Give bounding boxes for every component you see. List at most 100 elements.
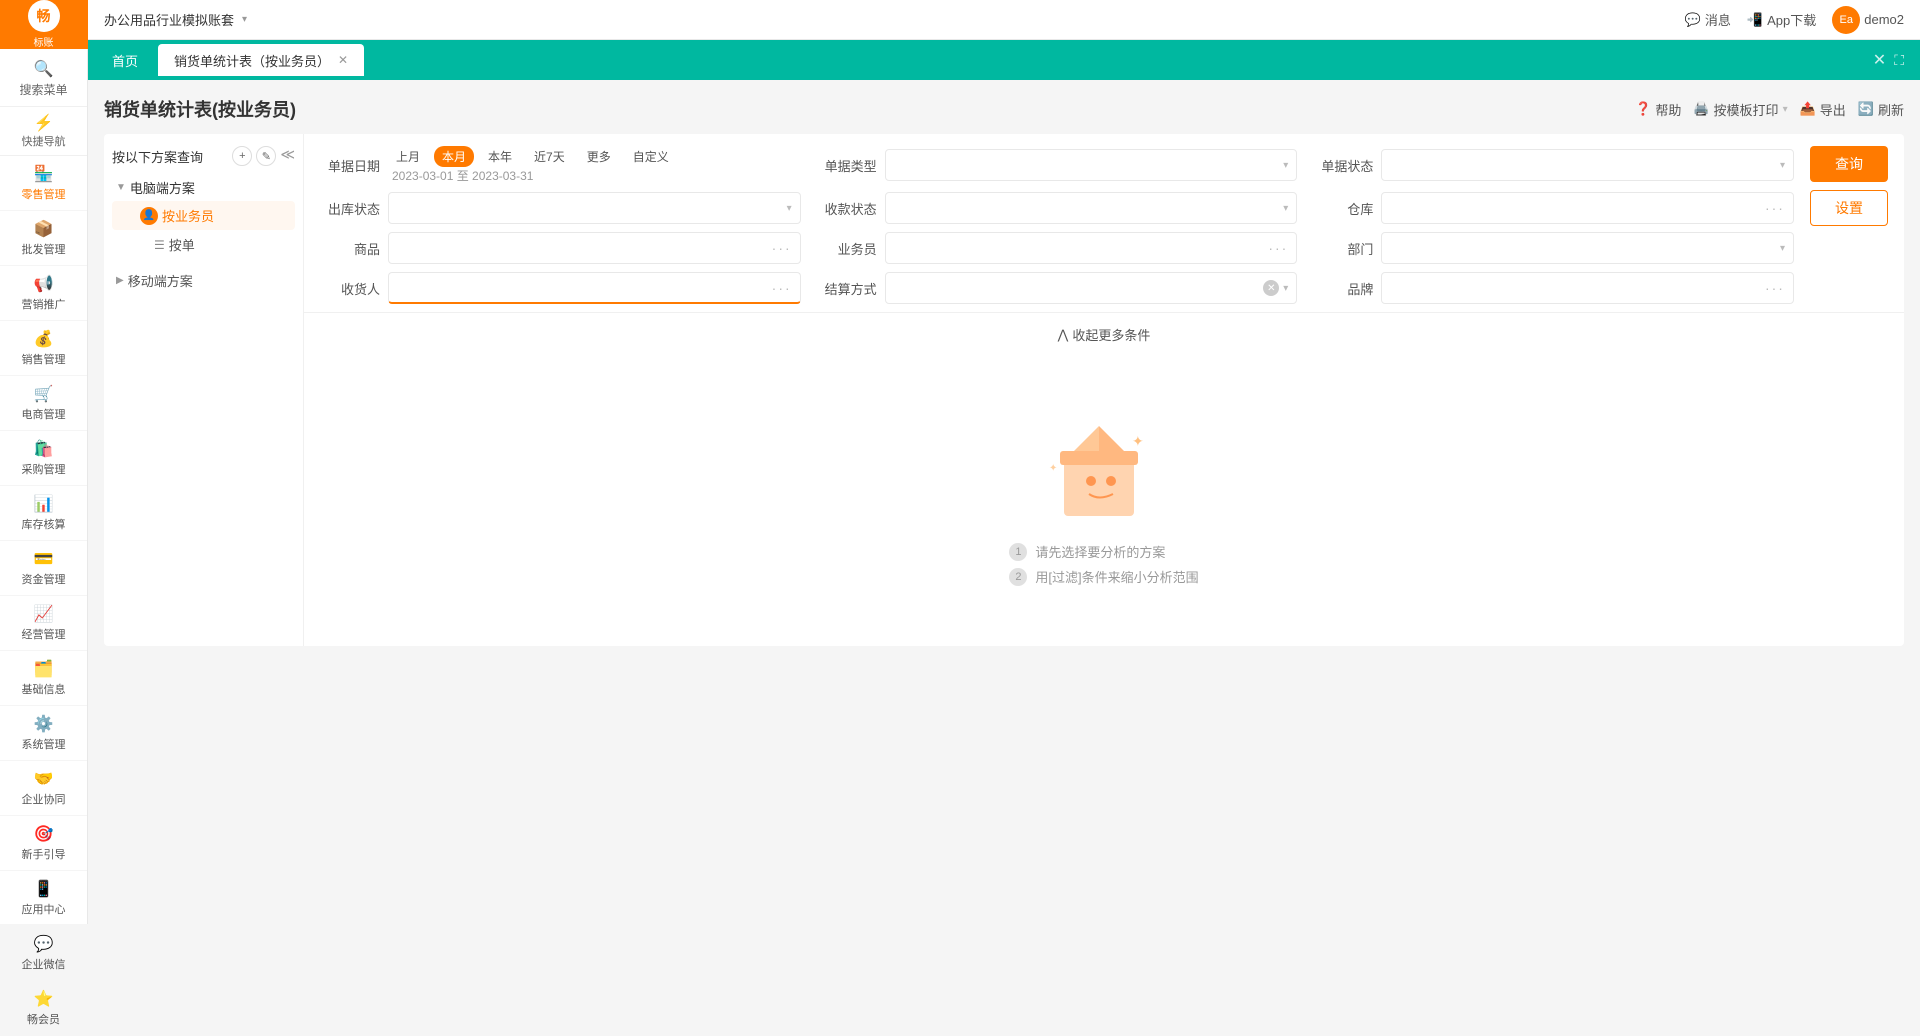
sidebar-item-ecom[interactable]: 🛒 电商管理 bbox=[0, 376, 87, 431]
sidebar-item-finance[interactable]: 💳 资金管理 bbox=[0, 541, 87, 596]
sidebar-item-wholesale[interactable]: 📦 批发管理 bbox=[0, 211, 87, 266]
brand-control[interactable]: ··· bbox=[1381, 272, 1794, 304]
operation-icon: 📈 bbox=[34, 604, 54, 624]
settle-control[interactable]: ✕ ▾ bbox=[885, 272, 1298, 304]
by-order-scheme-item[interactable]: ☰ 按单 bbox=[112, 230, 295, 259]
doc-type-select[interactable]: ▾ bbox=[885, 149, 1298, 181]
filter-area: 单据日期 上月 本月 本年 近7天 更多 bbox=[304, 134, 1904, 313]
goods-control[interactable]: ··· bbox=[388, 232, 801, 264]
recipient-control[interactable]: ··· bbox=[388, 272, 801, 304]
tab-sales-stat[interactable]: 销货单统计表（按业务员） ✕ bbox=[158, 44, 364, 76]
sidebar-item-newbie[interactable]: 🎯 新手引导 bbox=[0, 816, 87, 871]
refresh-button[interactable]: 🔄 刷新 bbox=[1858, 100, 1904, 119]
doc-status-control[interactable]: ▾ bbox=[1381, 149, 1794, 181]
search-menu-item[interactable]: 🔍 搜索菜单 bbox=[0, 49, 87, 107]
out-status-select[interactable]: ▾ bbox=[388, 192, 801, 224]
export-button[interactable]: 📤 导出 bbox=[1800, 100, 1846, 119]
edit-scheme-button[interactable]: ✎ bbox=[256, 146, 276, 166]
dept-select[interactable]: ▾ bbox=[1381, 232, 1794, 264]
date-tab-this-month[interactable]: 本月 bbox=[434, 146, 474, 167]
download-icon: 📲 bbox=[1747, 12, 1763, 28]
sidebar-item-basic[interactable]: 🗂️ 基础信息 bbox=[0, 651, 87, 706]
sidebar-item-inventory[interactable]: 📊 库存核算 bbox=[0, 486, 87, 541]
date-tab-last7[interactable]: 近7天 bbox=[526, 146, 573, 167]
appstore-icon: 📱 bbox=[34, 879, 54, 899]
sidebar-item-vip[interactable]: ⭐ 畅会员 bbox=[0, 981, 87, 1036]
warehouse-select[interactable]: ··· bbox=[1381, 192, 1794, 224]
app-logo[interactable]: 畅 标账 bbox=[0, 0, 88, 49]
user-avatar-item[interactable]: Ea demo2 bbox=[1832, 6, 1904, 34]
brand-filter-item: 品牌 ··· bbox=[1313, 272, 1794, 304]
receipt-status-control[interactable]: ▾ bbox=[885, 192, 1298, 224]
header-right: 💬 消息 📲 App下载 Ea demo2 bbox=[1685, 6, 1904, 34]
settle-label: 结算方式 bbox=[817, 279, 877, 298]
inventory-icon: 📊 bbox=[34, 494, 54, 514]
sidebar-item-appstore[interactable]: 📱 应用中心 bbox=[0, 871, 87, 926]
help-button[interactable]: ❓ 帮助 bbox=[1635, 100, 1681, 119]
message-item[interactable]: 💬 消息 bbox=[1685, 10, 1731, 29]
date-tab-last-month[interactable]: 上月 bbox=[388, 146, 428, 167]
finance-icon: 💳 bbox=[34, 549, 54, 569]
dept-control[interactable]: ▾ bbox=[1381, 232, 1794, 264]
breadcrumb-dropdown-icon[interactable]: ▾ bbox=[242, 14, 247, 25]
print-button[interactable]: 🖨️ 按模板打印 ▾ bbox=[1693, 100, 1787, 119]
quick-nav-item[interactable]: ⚡ 快捷导航 bbox=[0, 107, 87, 156]
date-filter-item: 单据日期 上月 本月 本年 近7天 更多 bbox=[320, 146, 801, 184]
doc-type-control[interactable]: ▾ bbox=[885, 149, 1298, 181]
empty-hints: 1 请先选择要分析的方案 2 用[过滤]条件来缩小分析范围 bbox=[1009, 542, 1198, 586]
collapse-panel-button[interactable]: ≪ bbox=[280, 146, 295, 166]
tab-close-icon[interactable]: ✕ bbox=[338, 53, 348, 67]
brand-label: 品牌 bbox=[1313, 279, 1373, 298]
print-icon: 🖨️ bbox=[1693, 101, 1709, 117]
sidebar-item-sales[interactable]: 💰 销售管理 bbox=[0, 321, 87, 376]
date-tab-custom[interactable]: 自定义 bbox=[625, 146, 677, 167]
query-button[interactable]: 查询 bbox=[1810, 146, 1888, 182]
collapse-more-button[interactable]: ⋀ 收起更多条件 bbox=[1046, 321, 1163, 348]
settle-select[interactable]: ✕ ▾ bbox=[885, 272, 1298, 304]
salesperson-select[interactable]: ··· bbox=[885, 232, 1298, 264]
salesperson-scheme-item[interactable]: 👤 按业务员 bbox=[112, 201, 295, 230]
sidebar-item-purchase[interactable]: 🛍️ 采购管理 bbox=[0, 431, 87, 486]
out-status-control[interactable]: ▾ bbox=[388, 192, 801, 224]
recipient-filter-item: 收货人 ··· bbox=[320, 272, 801, 304]
sidebar-item-marketing[interactable]: 📢 营销推广 bbox=[0, 266, 87, 321]
warehouse-control[interactable]: ··· bbox=[1381, 192, 1794, 224]
empty-svg: ✦ ✦ bbox=[1044, 416, 1164, 526]
close-all-tabs-icon[interactable]: ✕ bbox=[1873, 50, 1886, 70]
goods-select[interactable]: ··· bbox=[388, 232, 801, 264]
tab-home[interactable]: 首页 bbox=[96, 44, 154, 76]
add-scheme-button[interactable]: + bbox=[232, 146, 252, 166]
sidebar: 畅 标账 🔍 搜索菜单 ⚡ 快捷导航 🏪 零售管理 📦 批发管理 📢 营销推广 … bbox=[0, 0, 88, 924]
brand-select[interactable]: ··· bbox=[1381, 272, 1794, 304]
mobile-section-title[interactable]: ▶ 移动端方案 bbox=[112, 267, 295, 294]
hint-num-2: 2 bbox=[1009, 568, 1027, 586]
purchase-icon: 🛍️ bbox=[34, 439, 54, 459]
salesperson-control[interactable]: ··· bbox=[885, 232, 1298, 264]
receipt-status-select[interactable]: ▾ bbox=[885, 192, 1298, 224]
desktop-section-title[interactable]: ▼ 电脑端方案 bbox=[112, 174, 295, 201]
warehouse-label: 仓库 bbox=[1313, 199, 1373, 218]
salesperson-filter-item: 业务员 ··· bbox=[817, 232, 1298, 264]
hint-num-1: 1 bbox=[1009, 543, 1027, 561]
date-range-text: 2023-03-01 至 2023-03-31 bbox=[392, 167, 801, 184]
sidebar-item-operation[interactable]: 📈 经营管理 bbox=[0, 596, 87, 651]
out-status-arrow-icon: ▾ bbox=[787, 203, 792, 214]
doc-status-select[interactable]: ▾ bbox=[1381, 149, 1794, 181]
filter-row-1: 单据日期 上月 本月 本年 近7天 更多 bbox=[320, 146, 1794, 184]
settle-clear-icon[interactable]: ✕ bbox=[1263, 280, 1279, 296]
dept-arrow-icon: ▾ bbox=[1780, 243, 1785, 254]
date-tab-more[interactable]: 更多 bbox=[579, 146, 619, 167]
date-tab-this-year[interactable]: 本年 bbox=[480, 146, 520, 167]
sidebar-item-system[interactable]: ⚙️ 系统管理 bbox=[0, 706, 87, 761]
sidebar-item-retail[interactable]: 🏪 零售管理 bbox=[0, 156, 87, 211]
collapse-more-area: ⋀ 收起更多条件 bbox=[304, 321, 1904, 348]
marketing-icon: 📢 bbox=[34, 274, 54, 294]
recipient-input[interactable]: ··· bbox=[388, 272, 801, 304]
filter-row-3: 商品 ··· bbox=[320, 232, 1794, 264]
sidebar-item-wechat[interactable]: 💬 企业微信 bbox=[0, 926, 87, 981]
sidebar-item-corp[interactable]: 🤝 企业协同 bbox=[0, 761, 87, 816]
settings-button[interactable]: 设置 bbox=[1810, 190, 1888, 226]
maximize-icon[interactable]: ⛶ bbox=[1894, 52, 1904, 69]
wechat-icon: 💬 bbox=[34, 934, 54, 954]
app-download-item[interactable]: 📲 App下载 bbox=[1747, 10, 1816, 29]
